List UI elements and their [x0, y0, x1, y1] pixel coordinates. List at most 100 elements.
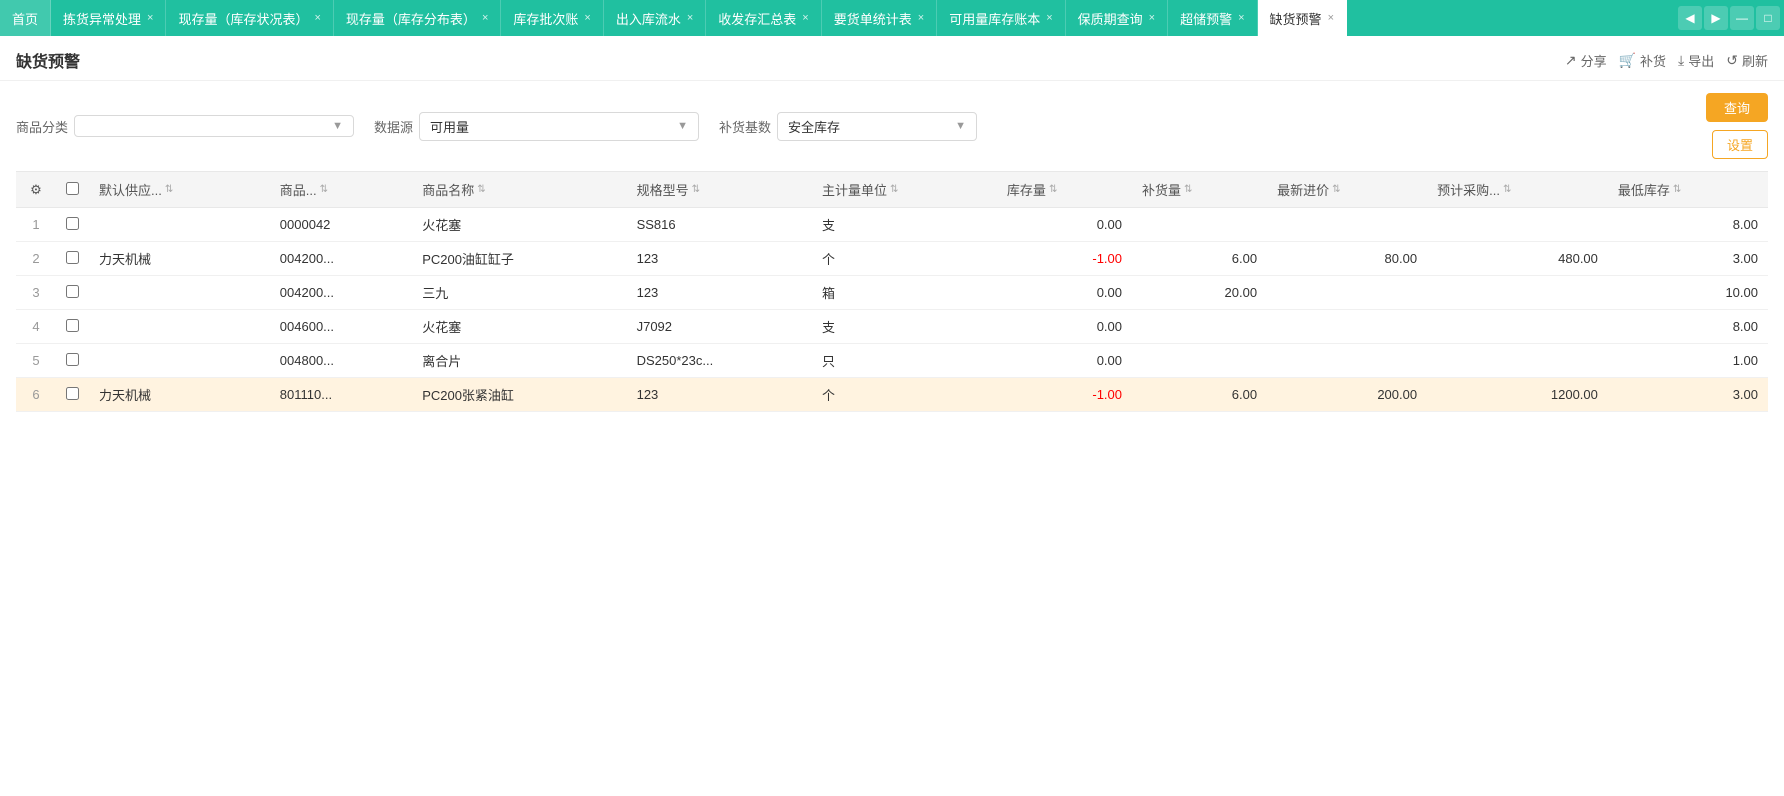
col-default-supplier: 默认供应... ⇅	[89, 172, 270, 208]
row-checkbox-1	[56, 208, 89, 242]
export-icon: ⤓	[1678, 52, 1684, 69]
cell-stock-5: 0.00	[997, 344, 1132, 378]
tab-home[interactable]: 首页	[0, 0, 51, 36]
table-container: ⚙ 默认供应... ⇅ 商品... ⇅	[0, 171, 1784, 412]
table-row: 4004600...火花塞J7092支0.008.00	[16, 310, 1768, 344]
col-product-name: 商品名称 ⇅	[412, 172, 626, 208]
cell-min-stock-3: 10.00	[1608, 276, 1768, 310]
datasource-dropdown-icon: ▼	[677, 120, 688, 132]
replenish-button[interactable]: 🛒 补货	[1619, 51, 1666, 70]
col-est-purchase: 预计采购... ⇅	[1427, 172, 1608, 208]
cell-unit-6: 个	[812, 378, 997, 412]
checkbox-3[interactable]	[66, 285, 79, 298]
filter-area: 商品分类 ▼ 数据源 可用量 ▼ 补货基数 安全库存 ▼ 查询 设置	[0, 81, 1784, 171]
checkbox-6[interactable]	[66, 387, 79, 400]
table-row: 5004800...离合片DS250*23c...只0.001.00	[16, 344, 1768, 378]
cell-replenish-qty-3: 20.00	[1132, 276, 1267, 310]
tab-overstock[interactable]: 超储预警 ×	[1168, 0, 1257, 36]
page-content: 缺货预警 ↗ 分享 🛒 补货 ⤓ 导出 ↺ 刷新 商品分类	[0, 36, 1784, 796]
cell-replenish-qty-6: 6.00	[1132, 378, 1267, 412]
tab-prev-button[interactable]: ◀	[1678, 6, 1702, 30]
col-gear: ⚙	[16, 172, 56, 208]
cell-product-name-6: PC200张紧油缸	[412, 378, 626, 412]
cell-spec-4: J7092	[627, 310, 812, 344]
cell-min-stock-1: 8.00	[1608, 208, 1768, 242]
cell-min-stock-6: 3.00	[1608, 378, 1768, 412]
category-dropdown-icon: ▼	[332, 120, 343, 132]
tab-inout-flow[interactable]: 出入库流水 ×	[604, 0, 706, 36]
cell-est-purchase-4	[1427, 310, 1608, 344]
cell-product-code-1: 0000042	[270, 208, 412, 242]
tab-close-demand-stat[interactable]: ×	[918, 12, 924, 24]
cell-latest-price-1	[1267, 208, 1427, 242]
tab-controls: ◀ ▶ — □	[1678, 6, 1784, 30]
tab-close-stock-dist[interactable]: ×	[482, 12, 488, 24]
tab-expire-query[interactable]: 保质期查询 ×	[1066, 0, 1168, 36]
checkbox-4[interactable]	[66, 319, 79, 332]
replenish-base-label: 补货基数	[719, 117, 771, 136]
tab-abnormal[interactable]: 拣货异常处理 ×	[51, 0, 166, 36]
cell-replenish-qty-2: 6.00	[1132, 242, 1267, 276]
cell-product-name-4: 火花塞	[412, 310, 626, 344]
checkbox-5[interactable]	[66, 353, 79, 366]
tab-close-inout-flow[interactable]: ×	[687, 12, 693, 24]
tab-close-shortage[interactable]: ×	[1328, 12, 1334, 24]
cell-stock-3: 0.00	[997, 276, 1132, 310]
export-button[interactable]: ⤓ 导出	[1678, 51, 1714, 70]
sort-icon-product-name: ⇅	[477, 184, 485, 195]
table-body: 10000042火花塞SS816支0.008.002力天机械004200...P…	[16, 208, 1768, 412]
tab-stock-status[interactable]: 现存量（库存状况表） ×	[166, 0, 333, 36]
cell-unit-4: 支	[812, 310, 997, 344]
share-button[interactable]: ↗ 分享	[1565, 51, 1607, 70]
tab-minimize-button[interactable]: —	[1730, 6, 1754, 30]
settings-button[interactable]: 设置	[1712, 130, 1768, 159]
tab-shortage[interactable]: 缺货预警 ×	[1258, 0, 1347, 36]
cell-min-stock-4: 8.00	[1608, 310, 1768, 344]
cell-latest-price-5	[1267, 344, 1427, 378]
cell-supplier-3	[89, 276, 270, 310]
category-select[interactable]: ▼	[74, 115, 354, 137]
tab-maximize-button[interactable]: □	[1756, 6, 1780, 30]
replenish-base-dropdown-icon: ▼	[955, 120, 966, 132]
cell-supplier-1	[89, 208, 270, 242]
datasource-select[interactable]: 可用量 ▼	[419, 112, 699, 141]
tab-demand-stat[interactable]: 要货单统计表 ×	[822, 0, 937, 36]
replenish-base-select[interactable]: 安全库存 ▼	[777, 112, 977, 141]
cell-supplier-4	[89, 310, 270, 344]
tab-avail-ledger[interactable]: 可用量库存账本 ×	[937, 0, 1065, 36]
tab-close-batch[interactable]: ×	[584, 12, 590, 24]
checkbox-1[interactable]	[66, 217, 79, 230]
refresh-button[interactable]: ↺ 刷新	[1726, 51, 1768, 70]
tab-batch[interactable]: 库存批次账 ×	[501, 0, 603, 36]
replenish-base-filter-group: 补货基数 安全库存 ▼	[719, 112, 977, 141]
datasource-value: 可用量	[430, 117, 469, 136]
sort-icon-unit: ⇅	[890, 184, 898, 195]
tab-next-button[interactable]: ▶	[1704, 6, 1728, 30]
row-num-2: 2	[16, 242, 56, 276]
cell-stock-2: -1.00	[997, 242, 1132, 276]
datasource-label: 数据源	[374, 117, 413, 136]
page-header: 缺货预警 ↗ 分享 🛒 补货 ⤓ 导出 ↺ 刷新	[0, 36, 1784, 81]
tab-collect-report[interactable]: 收发存汇总表 ×	[706, 0, 821, 36]
tab-close-stock-status[interactable]: ×	[314, 12, 320, 24]
row-num-4: 4	[16, 310, 56, 344]
tab-close-overstock[interactable]: ×	[1238, 12, 1244, 24]
cell-replenish-qty-4	[1132, 310, 1267, 344]
checkbox-2[interactable]	[66, 251, 79, 264]
tab-close-abnormal[interactable]: ×	[147, 12, 153, 24]
row-checkbox-4	[56, 310, 89, 344]
sort-icon-min-stock: ⇅	[1673, 184, 1681, 195]
tab-close-expire-query[interactable]: ×	[1149, 12, 1155, 24]
col-product-code: 商品... ⇅	[270, 172, 412, 208]
tab-close-avail-ledger[interactable]: ×	[1046, 12, 1052, 24]
select-all-checkbox[interactable]	[66, 182, 79, 195]
query-button[interactable]: 查询	[1706, 93, 1768, 122]
replenish-base-value: 安全库存	[788, 117, 840, 136]
header-actions: ↗ 分享 🛒 补货 ⤓ 导出 ↺ 刷新	[1565, 51, 1768, 70]
gear-icon[interactable]: ⚙	[30, 182, 42, 197]
col-latest-price: 最新进价 ⇅	[1267, 172, 1427, 208]
tab-close-collect-report[interactable]: ×	[802, 12, 808, 24]
filter-actions: 查询 设置	[1706, 93, 1768, 159]
tab-stock-dist[interactable]: 现存量（库存分布表） ×	[334, 0, 501, 36]
replenish-icon: 🛒	[1619, 52, 1636, 69]
